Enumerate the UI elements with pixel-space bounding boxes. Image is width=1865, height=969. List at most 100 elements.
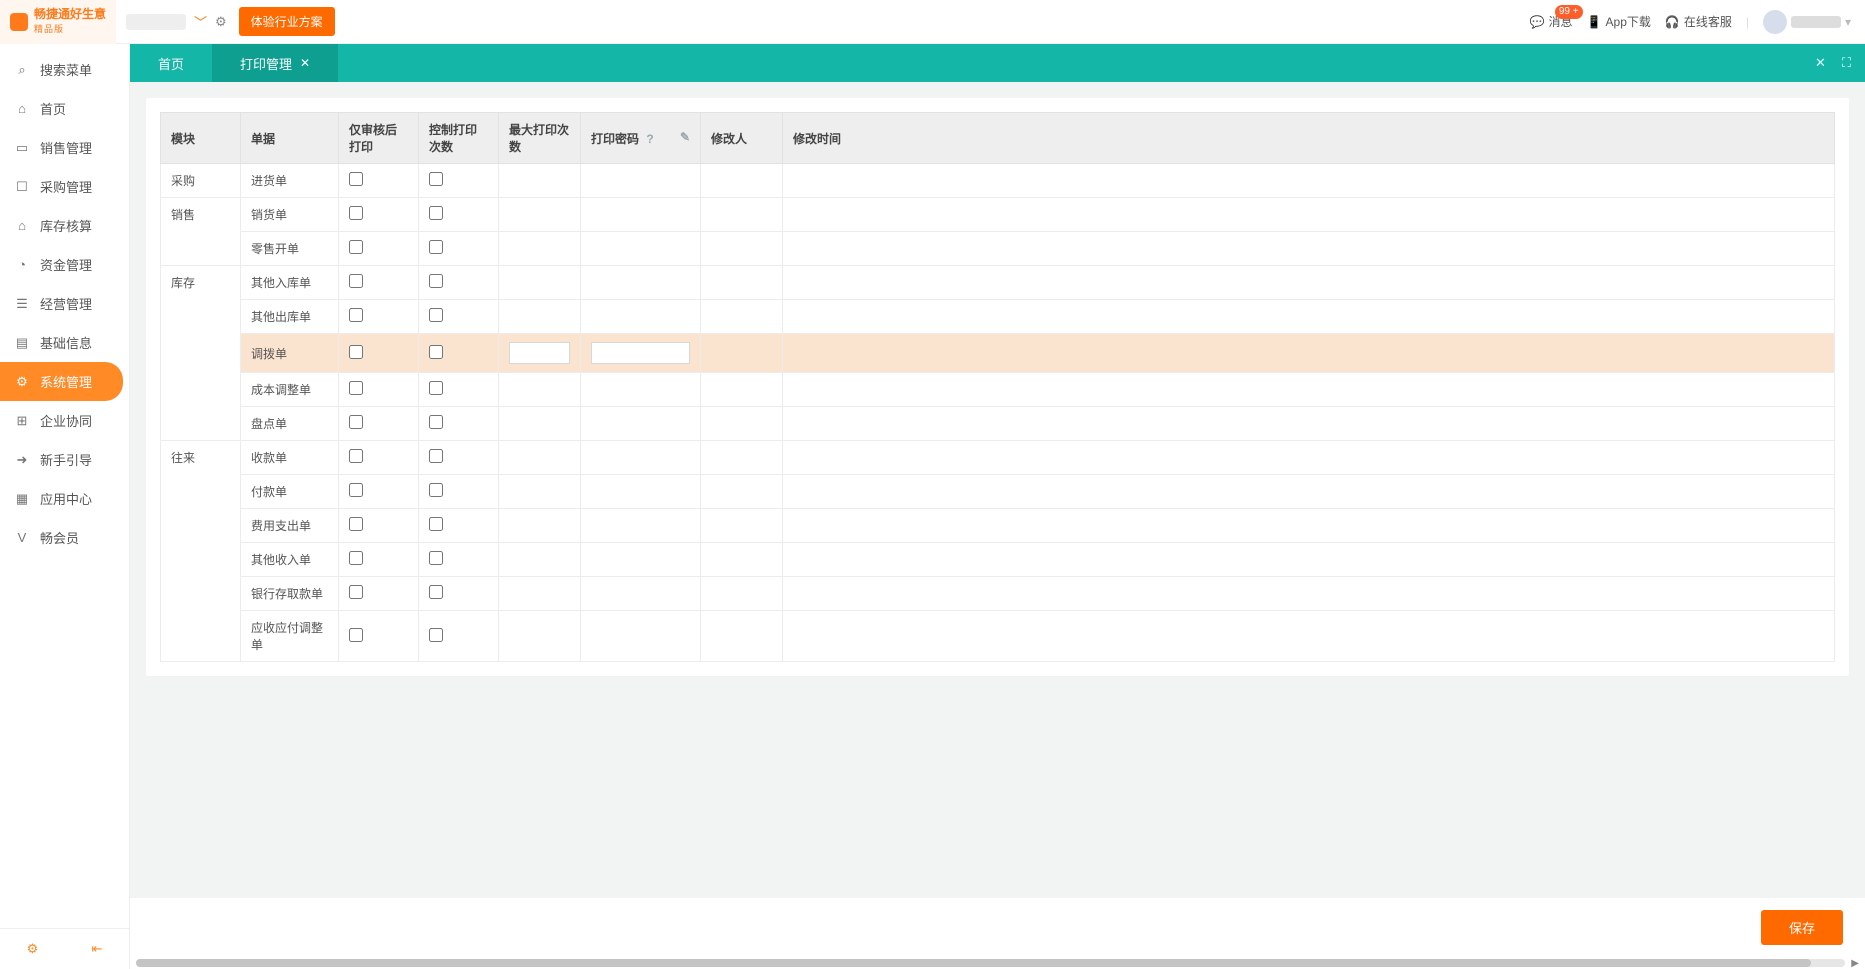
horizontal-scrollbar[interactable]: ▶ (130, 957, 1865, 969)
control-checkbox[interactable] (429, 628, 443, 642)
max-cell (499, 543, 581, 577)
close-icon[interactable]: ✕ (300, 56, 310, 70)
control-checkbox[interactable] (429, 449, 443, 463)
sidebar-item-sys[interactable]: ⚙系统管理 (0, 362, 123, 401)
col-control: 控制打印次数 (419, 113, 499, 164)
settings-icon[interactable]: ⚙ (27, 941, 39, 957)
audit-cell (339, 164, 419, 198)
password-cell (581, 334, 701, 373)
control-checkbox[interactable] (429, 551, 443, 565)
max-cell (499, 334, 581, 373)
sidebar-item-base[interactable]: ▤基础信息 (0, 323, 129, 362)
control-checkbox[interactable] (429, 274, 443, 288)
control-checkbox[interactable] (429, 517, 443, 531)
max-cell (499, 407, 581, 441)
col-doc: 单据 (241, 113, 339, 164)
doc-cell: 应收应付调整单 (241, 611, 339, 662)
control-checkbox[interactable] (429, 345, 443, 359)
sidebar-item-guide[interactable]: ➜新手引导 (0, 440, 129, 479)
sidebar-item-vip[interactable]: V畅会员 (0, 518, 129, 557)
try-industry-button[interactable]: 体验行业方案 (239, 7, 335, 36)
sidebar-item-biz[interactable]: ☰ 经营管理 (0, 284, 129, 323)
messages-badge: 99 + (1555, 5, 1583, 19)
sidebar-item-search[interactable]: ⌕搜索菜单 (0, 50, 129, 89)
tab-print-manage[interactable]: 打印管理 ✕ (212, 44, 338, 82)
sidebar-item-label: 基础信息 (40, 333, 92, 352)
audit-checkbox[interactable] (349, 415, 363, 429)
sidebar-item-coop[interactable]: ⊞企业协同 (0, 401, 129, 440)
audit-checkbox[interactable] (349, 274, 363, 288)
close-all-icon[interactable]: ✕ (1815, 55, 1826, 71)
audit-cell (339, 300, 419, 334)
control-cell (419, 300, 499, 334)
user-menu[interactable]: ▾ (1763, 10, 1851, 34)
messages-link[interactable]: 💬 消息 99 + (1530, 13, 1573, 30)
password-input[interactable] (591, 342, 690, 364)
audit-checkbox[interactable] (349, 172, 363, 186)
control-checkbox[interactable] (429, 483, 443, 497)
sidebar-item-apps[interactable]: ▦应用中心 (0, 479, 129, 518)
audit-checkbox[interactable] (349, 585, 363, 599)
online-service-link[interactable]: 🎧 在线客服 (1665, 13, 1732, 30)
org-selector[interactable]: ﹀ ⚙ (126, 12, 227, 31)
app-download-link[interactable]: 📱 App下载 (1587, 13, 1651, 30)
doc-cell: 付款单 (241, 475, 339, 509)
collapse-icon[interactable]: ⇤ (91, 941, 102, 957)
control-checkbox[interactable] (429, 381, 443, 395)
audit-checkbox[interactable] (349, 308, 363, 322)
tab-home[interactable]: 首页 (130, 44, 212, 82)
control-checkbox[interactable] (429, 308, 443, 322)
modified-cell (783, 266, 1835, 300)
gear-icon[interactable]: ⚙ (215, 14, 227, 30)
doc-cell: 收款单 (241, 441, 339, 475)
biz-icon: ☰ (14, 296, 30, 312)
audit-checkbox[interactable] (349, 206, 363, 220)
control-checkbox[interactable] (429, 585, 443, 599)
home-icon: ⌂ (14, 101, 30, 116)
sidebar-item-stock[interactable]: ⌂库存核算 (0, 206, 129, 245)
audit-cell (339, 334, 419, 373)
modified-cell (783, 611, 1835, 662)
password-cell (581, 198, 701, 232)
modifier-cell (701, 509, 783, 543)
help-icon[interactable]: ? (646, 132, 653, 146)
audit-checkbox[interactable] (349, 483, 363, 497)
control-checkbox[interactable] (429, 172, 443, 186)
scroll-right-icon[interactable]: ▶ (1851, 958, 1859, 969)
audit-checkbox[interactable] (349, 240, 363, 254)
modified-cell (783, 300, 1835, 334)
control-checkbox[interactable] (429, 206, 443, 220)
sidebar-item-sales[interactable]: ▭销售管理 (0, 128, 129, 167)
table-row: 其他收入单 (161, 543, 1835, 577)
password-cell (581, 543, 701, 577)
audit-checkbox[interactable] (349, 551, 363, 565)
audit-checkbox[interactable] (349, 628, 363, 642)
audit-checkbox[interactable] (349, 449, 363, 463)
sidebar-item-label: 采购管理 (40, 177, 92, 196)
modified-cell (783, 577, 1835, 611)
audit-checkbox[interactable] (349, 345, 363, 359)
brand-name: 畅捷通好生意 (34, 8, 106, 21)
fullscreen-icon[interactable]: ⛶ (1842, 55, 1851, 71)
sidebar-item-purchase[interactable]: ☐采购管理 (0, 167, 129, 206)
control-cell (419, 475, 499, 509)
module-cell: 采购 (161, 164, 241, 198)
sidebar-item-home[interactable]: ⌂首页 (0, 89, 129, 128)
save-button[interactable]: 保存 (1761, 910, 1843, 945)
max-cell (499, 475, 581, 509)
modified-cell (783, 373, 1835, 407)
audit-checkbox[interactable] (349, 517, 363, 531)
audit-cell (339, 373, 419, 407)
control-checkbox[interactable] (429, 415, 443, 429)
col-modifier: 修改人 (701, 113, 783, 164)
audit-checkbox[interactable] (349, 381, 363, 395)
max-input[interactable] (509, 342, 570, 364)
modifier-cell (701, 407, 783, 441)
sidebar-item-label: 经营管理 (40, 294, 92, 313)
control-checkbox[interactable] (429, 240, 443, 254)
modifier-cell (701, 300, 783, 334)
sidebar-item-funds[interactable]: ◔资金管理 (0, 245, 129, 284)
modified-cell (783, 475, 1835, 509)
modified-cell (783, 509, 1835, 543)
edit-icon[interactable]: ✎ (680, 130, 690, 144)
